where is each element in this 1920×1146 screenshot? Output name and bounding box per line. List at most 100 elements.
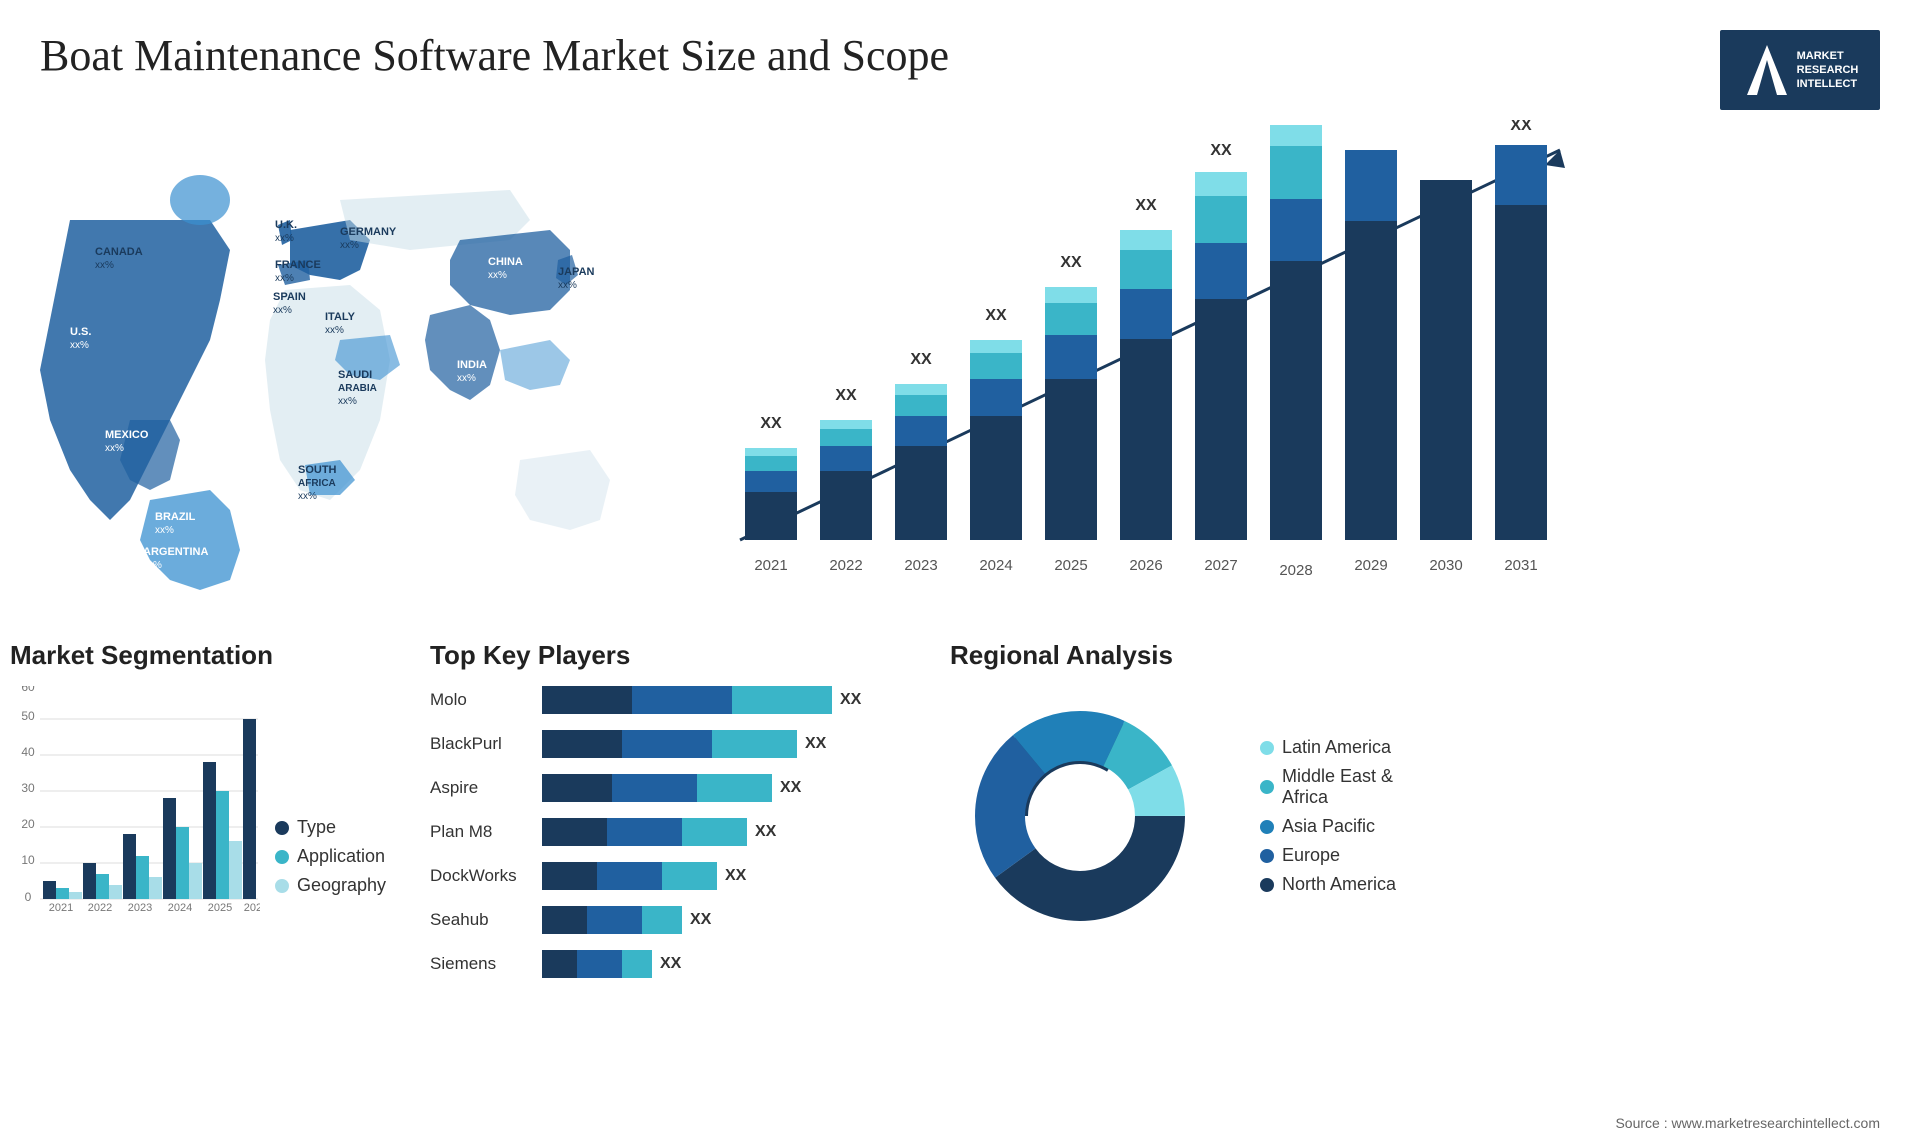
japan-label: JAPAN: [558, 266, 595, 278]
svg-text:xx%: xx%: [457, 373, 476, 384]
player-planm8: Plan M8 XX: [430, 818, 910, 846]
svg-text:XX: XX: [1135, 197, 1157, 214]
svg-text:40: 40: [21, 745, 35, 759]
china-label: CHINA: [488, 256, 523, 268]
top-section: CANADA xx% U.S. xx% MEXICO xx% BRAZIL xx…: [0, 120, 1920, 620]
donut-chart: [950, 686, 1210, 946]
svg-text:XX: XX: [985, 307, 1007, 324]
player-siemens: Siemens XX: [430, 950, 910, 978]
svg-text:2021: 2021: [754, 557, 787, 574]
svg-text:xx%: xx%: [105, 443, 124, 454]
uk-label: U.K.: [275, 219, 297, 231]
france-label: FRANCE: [275, 259, 321, 271]
segmentation-legend: Type Application Geography: [275, 817, 386, 896]
italy-label: ITALY: [325, 311, 356, 323]
svg-text:2025: 2025: [1054, 557, 1087, 574]
mexico-label: MEXICO: [105, 429, 149, 441]
legend-dot-application: [275, 850, 289, 864]
svg-text:xx%: xx%: [338, 396, 357, 407]
legend-dot-type: [275, 821, 289, 835]
svg-text:xx%: xx%: [488, 270, 507, 281]
svg-text:xx%: xx%: [340, 240, 359, 251]
svg-text:2024: 2024: [979, 557, 1012, 574]
india-label: INDIA: [457, 359, 487, 371]
svg-text:XX: XX: [1060, 254, 1082, 271]
legend-north-america: North America: [1260, 874, 1396, 895]
svg-text:xx%: xx%: [275, 233, 294, 244]
regional-analysis: Regional Analysis: [910, 640, 1910, 994]
svg-text:XX: XX: [835, 387, 857, 404]
svg-text:xx%: xx%: [95, 260, 114, 271]
svg-text:2028: 2028: [1279, 562, 1312, 579]
svg-text:XX: XX: [910, 351, 932, 368]
regional-legend: Latin America Middle East &Africa Asia P…: [1260, 737, 1396, 895]
saudi-label: SAUDI: [338, 369, 372, 381]
svg-text:XX: XX: [760, 415, 782, 432]
svg-text:2026: 2026: [244, 902, 260, 914]
svg-text:10: 10: [21, 853, 35, 867]
svg-text:xx%: xx%: [143, 560, 162, 571]
regional-title: Regional Analysis: [950, 640, 1910, 671]
source-text: Source : www.marketresearchintellect.com: [1615, 1115, 1880, 1131]
legend-latin-america: Latin America: [1260, 737, 1396, 758]
segmentation-title: Market Segmentation: [10, 640, 390, 671]
svg-text:2025: 2025: [208, 902, 232, 914]
svg-text:2024: 2024: [168, 902, 192, 914]
svg-text:xx%: xx%: [298, 491, 317, 502]
canada-label: CANADA: [95, 246, 143, 258]
bar-chart: XX 2021 XX 2022 XX 2023 XX 2024: [650, 120, 1910, 600]
svg-text:2026: 2026: [1129, 557, 1162, 574]
world-map: CANADA xx% U.S. xx% MEXICO xx% BRAZIL xx…: [10, 120, 630, 600]
spain-label: SPAIN: [273, 291, 306, 303]
player-aspire: Aspire XX: [430, 774, 910, 802]
svg-text:2022: 2022: [829, 557, 862, 574]
brazil-label: BRAZIL: [155, 511, 196, 523]
svg-text:xx%: xx%: [155, 525, 174, 536]
southafrica-label: SOUTH: [298, 464, 337, 476]
legend-middle-east: Middle East &Africa: [1260, 766, 1396, 808]
svg-text:30: 30: [21, 781, 35, 795]
svg-text:60: 60: [21, 686, 35, 694]
legend-type: Type: [275, 817, 386, 838]
svg-text:2031: 2031: [1504, 557, 1537, 574]
svg-text:2021: 2021: [49, 902, 73, 914]
svg-text:2029: 2029: [1354, 557, 1387, 574]
players-title: Top Key Players: [430, 640, 910, 671]
logo: MARKET RESEARCH INTELLECT: [1720, 30, 1880, 110]
svg-text:xx%: xx%: [273, 305, 292, 316]
us-label: U.S.: [70, 326, 91, 338]
svg-text:xx%: xx%: [275, 273, 294, 284]
svg-text:0: 0: [25, 890, 32, 904]
player-blackpurl: BlackPurl XX: [430, 730, 910, 758]
svg-text:XX: XX: [1210, 142, 1232, 159]
player-molo: Molo XX: [430, 686, 910, 714]
map-svg: CANADA xx% U.S. xx% MEXICO xx% BRAZIL xx…: [10, 120, 630, 600]
svg-text:2023: 2023: [904, 557, 937, 574]
svg-text:2027: 2027: [1204, 557, 1237, 574]
svg-text:xx%: xx%: [558, 280, 577, 291]
svg-text:50: 50: [21, 709, 35, 723]
svg-text:ARABIA: ARABIA: [338, 383, 377, 394]
svg-text:20: 20: [21, 817, 35, 831]
segmentation-chart: 0 10 20 30 40 50 60 2021: [10, 686, 260, 916]
bar-chart-svg: XX 2021 XX 2022 XX 2023 XX 2024: [690, 120, 1590, 600]
header: Boat Maintenance Software Market Size an…: [0, 0, 1920, 120]
svg-text:2030: 2030: [1429, 557, 1462, 574]
bottom-section: Market Segmentation 0 10 20 30 40 50 60: [0, 640, 1920, 994]
svg-text:AFRICA: AFRICA: [298, 478, 336, 489]
player-dockworks: DockWorks XX: [430, 862, 910, 890]
players-list: Molo XX BlackPurl: [430, 686, 910, 978]
legend-application: Application: [275, 846, 386, 867]
argentina-label: ARGENTINA: [143, 546, 208, 558]
page-title: Boat Maintenance Software Market Size an…: [40, 30, 949, 81]
germany-label: GERMANY: [340, 226, 397, 238]
legend-geography: Geography: [275, 875, 386, 896]
svg-text:xx%: xx%: [70, 340, 89, 351]
top-players: Top Key Players Molo XX BlackPurl: [390, 640, 910, 994]
legend-europe: Europe: [1260, 845, 1396, 866]
player-seahub: Seahub XX: [430, 906, 910, 934]
logo-icon: [1742, 40, 1792, 100]
segmentation: Market Segmentation 0 10 20 30 40 50 60: [10, 640, 390, 994]
svg-text:2023: 2023: [128, 902, 152, 914]
legend-dot-geography: [275, 879, 289, 893]
